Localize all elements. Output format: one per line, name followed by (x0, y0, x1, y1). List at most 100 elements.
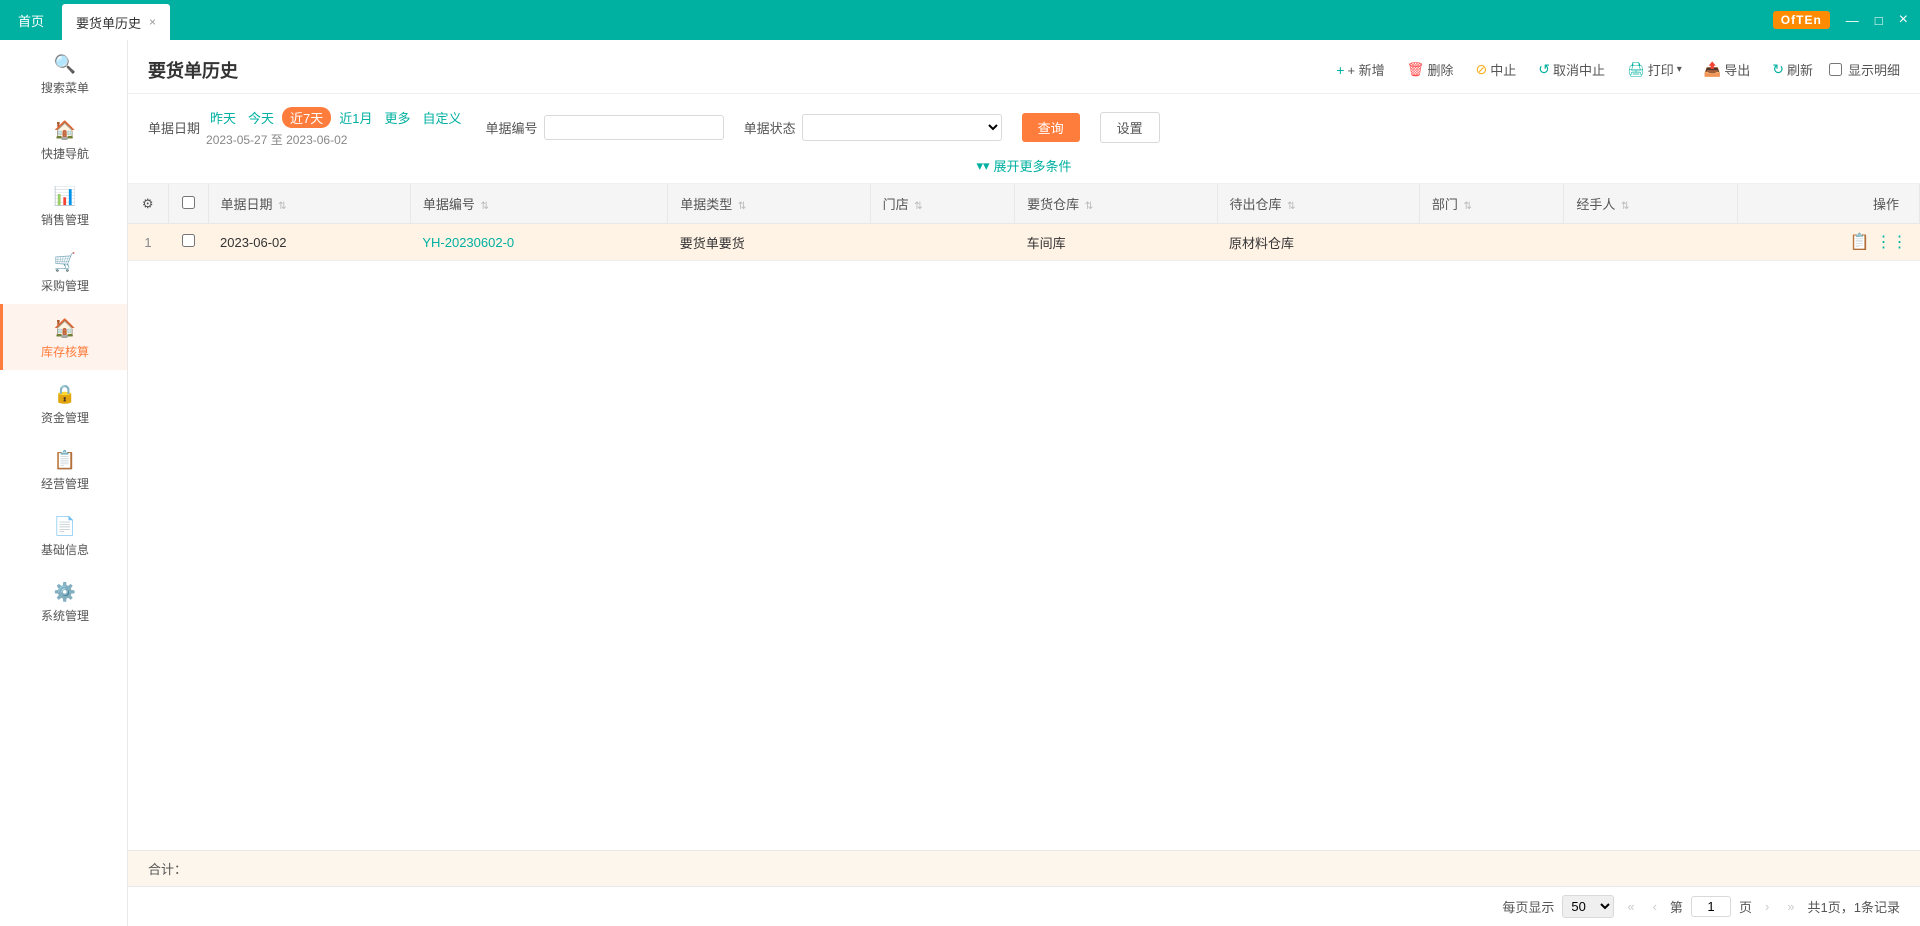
sidebar: 🔍 搜索菜单 🏠 快捷导航 📊 销售管理 🛒 采购管理 🏠 库存核算 🔒 资金管… (0, 40, 128, 926)
sidebar-item-search-menu[interactable]: 🔍 搜索菜单 (0, 40, 127, 106)
row-num: 1 (128, 224, 168, 261)
tab-home[interactable]: 首页 (0, 0, 62, 40)
query-button[interactable]: 查询 (1022, 113, 1080, 142)
toolbar: + + 新增 🗑 删除 ⊘ 中止 ↺ 取消中止 🖨 打印 (1330, 56, 1900, 83)
sidebar-item-label: 系统管理 (41, 607, 89, 624)
cancel-stop-label: 取消中止 (1553, 60, 1605, 79)
content-area: 要货单历史 + + 新增 🗑 删除 ⊘ 中止 ↺ 取消中止 (128, 40, 1920, 926)
status-select[interactable] (802, 114, 1002, 141)
sort-store-icon[interactable]: ⇅ (914, 201, 922, 212)
shortcut-7days[interactable]: 近7天 (282, 107, 331, 128)
sort-dept-icon[interactable]: ⇅ (1463, 201, 1471, 212)
row-pendingwarehouse: 原材料仓库 (1217, 224, 1419, 261)
pagination-bar: 每页显示 50 100 200 « ‹ 第 页 › » 共1页，1条记录 (128, 886, 1920, 926)
row-store (870, 224, 1015, 261)
row-edit-icon[interactable]: 📋 (1850, 232, 1870, 252)
sidebar-item-label: 库存核算 (41, 343, 89, 360)
sidebar-item-finance[interactable]: 🔒 资金管理 (0, 370, 127, 436)
table-body: 1 2023-06-02 YH-20230602-0 要货单要货 车间库 原材料… (128, 224, 1920, 261)
tab-active[interactable]: 要货单历史 × (62, 4, 170, 40)
print-button[interactable]: 🖨 打印 ▾ (1621, 56, 1688, 83)
stop-icon: ⊘ (1475, 61, 1487, 78)
display-cell-button[interactable]: 显示明细 (1829, 60, 1900, 79)
cancel-stop-icon: ↺ (1538, 61, 1550, 78)
expand-more-icon: ▾▾ (976, 158, 989, 174)
table-header-row: ⚙ 单据日期 ⇅ 单据编号 ⇅ 单据类型 ⇅ 门店 ⇅ 要货仓库 ⇅ 待出仓库 … (128, 184, 1920, 224)
docno-input[interactable] (544, 115, 724, 140)
system-icon: ⚙️ (54, 582, 76, 603)
col-settings[interactable]: ⚙ (128, 184, 168, 224)
sales-icon: 📊 (54, 186, 76, 207)
sort-docno-icon[interactable]: ⇅ (480, 201, 488, 212)
shortcut-today[interactable]: 今天 (244, 106, 278, 129)
shortcut-more[interactable]: 更多 (381, 106, 415, 129)
page-last-btn[interactable]: » (1782, 897, 1799, 916)
sort-reqwarehouse-icon[interactable]: ⇅ (1085, 201, 1093, 212)
row-checkbox-cell[interactable] (168, 224, 208, 261)
new-label: + 新增 (1347, 60, 1384, 79)
col-docdate: 单据日期 ⇅ (208, 184, 410, 224)
page-header: 要货单历史 + + 新增 🗑 删除 ⊘ 中止 ↺ 取消中止 (128, 40, 1920, 94)
table-container: ⚙ 单据日期 ⇅ 单据编号 ⇅ 单据类型 ⇅ 门店 ⇅ 要货仓库 ⇅ 待出仓库 … (128, 184, 1920, 850)
page-summary: 共1页，1条记录 (1808, 897, 1900, 916)
col-dept: 部门 ⇅ (1419, 184, 1564, 224)
page-title: 要货单历史 (148, 57, 238, 83)
sort-docdate-icon[interactable]: ⇅ (278, 201, 286, 212)
row-docno: YH-20230602-0 (410, 224, 667, 261)
refresh-button[interactable]: ↻ 刷新 (1766, 56, 1819, 83)
window-maximize[interactable]: □ (1875, 13, 1883, 28)
shortcut-yesterday[interactable]: 昨天 (206, 106, 240, 129)
sidebar-item-label: 资金管理 (41, 409, 89, 426)
sidebar-item-quick-nav[interactable]: 🏠 快捷导航 (0, 106, 127, 172)
expand-more-button[interactable]: ▾▾ 展开更多条件 (148, 156, 1900, 175)
data-table: ⚙ 单据日期 ⇅ 单据编号 ⇅ 单据类型 ⇅ 门店 ⇅ 要货仓库 ⇅ 待出仓库 … (128, 184, 1920, 261)
sort-pendingwarehouse-icon[interactable]: ⇅ (1287, 201, 1295, 212)
date-filter: 单据日期 昨天 今天 近7天 近1月 更多 自定义 2023-05-27 至 2… (148, 106, 466, 148)
delete-button[interactable]: 🗑 删除 (1401, 56, 1460, 83)
sort-handler-icon[interactable]: ⇅ (1621, 201, 1629, 212)
sum-label: 合计： (148, 859, 187, 878)
display-cell-checkbox[interactable] (1829, 63, 1842, 76)
page-first-btn[interactable]: « (1622, 897, 1639, 916)
sidebar-item-label: 快捷导航 (41, 145, 89, 162)
sidebar-item-system[interactable]: ⚙️ 系统管理 (0, 568, 127, 634)
cancel-stop-button[interactable]: ↺ 取消中止 (1532, 56, 1611, 83)
page-input[interactable] (1691, 896, 1731, 917)
delete-icon: 🗑 (1407, 61, 1425, 78)
sidebar-item-label: 经营管理 (41, 475, 89, 492)
page-size-select[interactable]: 50 100 200 (1562, 895, 1614, 918)
base-info-icon: 📄 (54, 516, 76, 537)
top-bar-right: OfTEn — □ × (1773, 11, 1920, 29)
window-minimize[interactable]: — (1846, 13, 1859, 28)
sidebar-item-operation[interactable]: 📋 经营管理 (0, 436, 127, 502)
window-close[interactable]: × (1899, 11, 1908, 29)
row-more-icon[interactable]: ⋮⋮ (1876, 232, 1908, 252)
stop-label: 中止 (1490, 60, 1516, 79)
stop-button[interactable]: ⊘ 中止 (1469, 56, 1522, 83)
delete-label: 删除 (1427, 60, 1453, 79)
col-checkbox[interactable] (168, 184, 208, 224)
page-next-btn[interactable]: › (1760, 897, 1774, 916)
shortcut-custom[interactable]: 自定义 (419, 106, 466, 129)
export-button[interactable]: 📤 导出 (1698, 56, 1756, 83)
purchase-icon: 🛒 (54, 252, 76, 273)
sidebar-item-sales[interactable]: 📊 销售管理 (0, 172, 127, 238)
filter-row: 单据日期 昨天 今天 近7天 近1月 更多 自定义 2023-05-27 至 2… (148, 106, 1900, 148)
sidebar-item-inventory[interactable]: 🏠 库存核算 (0, 304, 127, 370)
page-prev-btn[interactable]: ‹ (1648, 897, 1662, 916)
docno-filter: 单据编号 (486, 115, 724, 140)
docno-link[interactable]: YH-20230602-0 (422, 235, 514, 250)
page-suffix: 页 (1739, 897, 1752, 916)
sidebar-item-purchase[interactable]: 🛒 采购管理 (0, 238, 127, 304)
sort-doctype-icon[interactable]: ⇅ (738, 201, 746, 212)
tab-home-label: 首页 (18, 11, 44, 30)
settings-button[interactable]: 设置 (1100, 112, 1160, 143)
col-doctype: 单据类型 ⇅ (668, 184, 870, 224)
select-all-checkbox[interactable] (182, 196, 195, 209)
shortcut-1month[interactable]: 近1月 (335, 106, 376, 129)
new-button[interactable]: + + 新增 (1330, 56, 1390, 83)
row-select-checkbox[interactable] (182, 234, 195, 247)
col-docno: 单据编号 ⇅ (410, 184, 667, 224)
sidebar-item-base-info[interactable]: 📄 基础信息 (0, 502, 127, 568)
tab-close-icon[interactable]: × (149, 15, 156, 29)
